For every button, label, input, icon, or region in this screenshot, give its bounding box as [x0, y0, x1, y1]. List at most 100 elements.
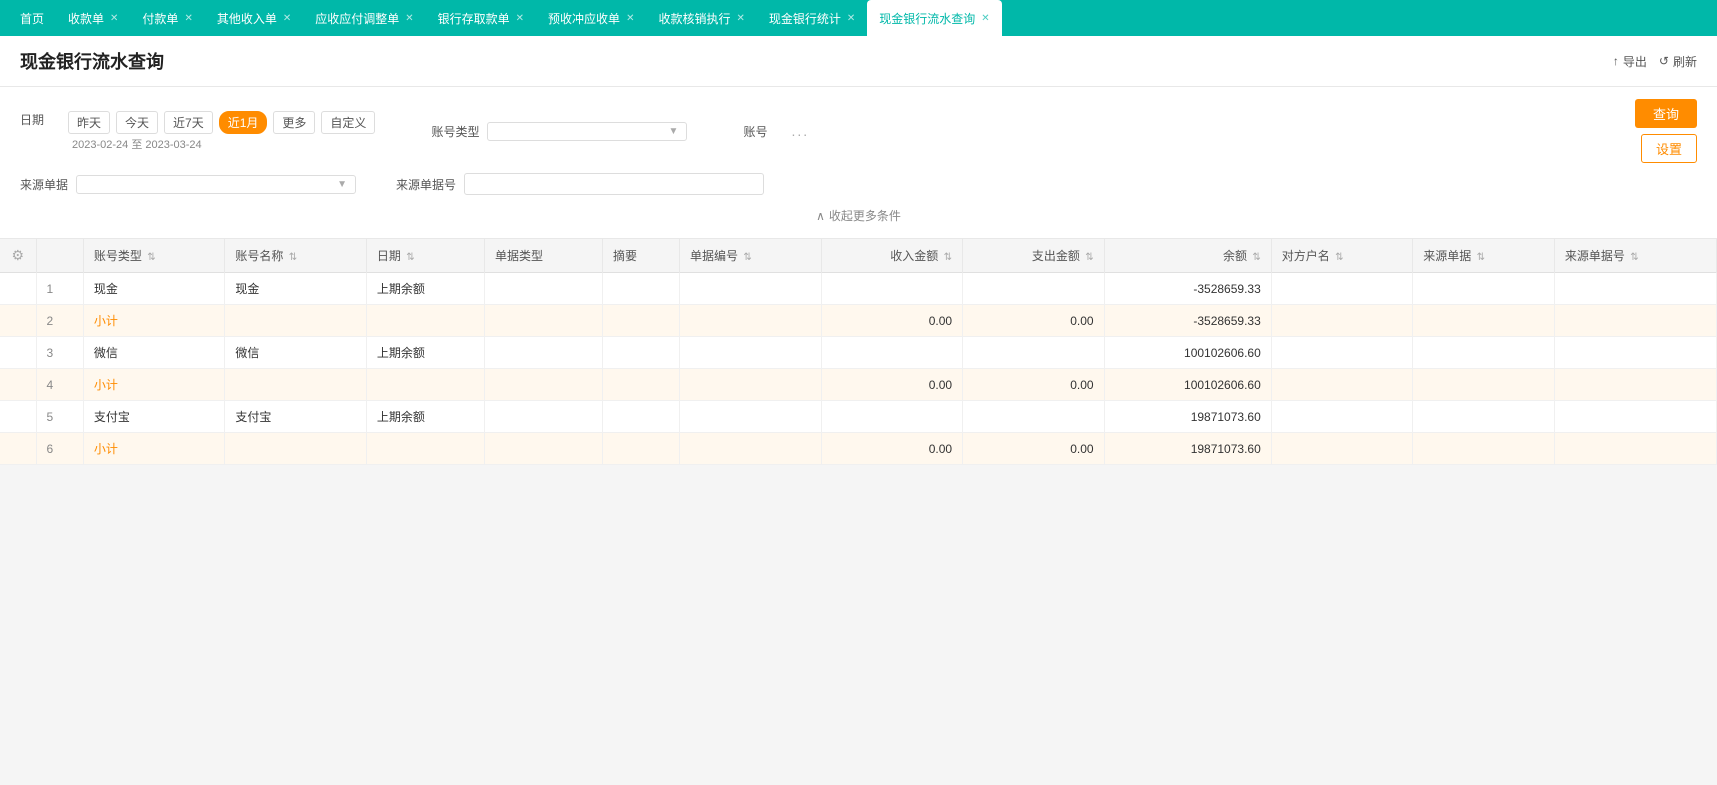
- row-source-doc: [1413, 369, 1555, 401]
- row-gear: [0, 305, 36, 337]
- close-tab-5-icon[interactable]: ✕: [626, 13, 634, 24]
- row-summary: [603, 305, 680, 337]
- date-btn-yesterday[interactable]: 昨天: [68, 111, 110, 134]
- nav-home[interactable]: 首页: [8, 10, 56, 27]
- close-tab-7-icon[interactable]: ✕: [847, 13, 855, 24]
- row-account-type: 现金: [83, 273, 225, 305]
- row-account-name: 现金: [225, 273, 367, 305]
- row-source-doc: [1413, 273, 1555, 305]
- row-source-doc-no: [1554, 369, 1716, 401]
- row-doc-type: [484, 305, 602, 337]
- date-btn-more[interactable]: 更多: [273, 111, 315, 134]
- refresh-button[interactable]: ↺ 刷新: [1659, 53, 1697, 70]
- settings-button[interactable]: 设置: [1641, 134, 1697, 163]
- row-account-type: 微信: [83, 337, 225, 369]
- close-tab-0-icon[interactable]: ✕: [110, 13, 118, 24]
- nav-tab-5[interactable]: 预收冲应收单 ✕: [536, 0, 646, 36]
- nav-tab-8[interactable]: 现金银行流水查询 ✕: [867, 0, 1001, 36]
- col-idx: [36, 239, 83, 273]
- row-account-name: 微信: [225, 337, 367, 369]
- source-doc-select[interactable]: ▼: [76, 175, 356, 194]
- sort-account-name-icon[interactable]: ⇅: [289, 252, 297, 263]
- date-btn-1month[interactable]: 近1月: [219, 111, 268, 134]
- nav-tab-1[interactable]: 付款单 ✕: [130, 0, 204, 36]
- row-summary: [603, 433, 680, 465]
- nav-tab-3[interactable]: 应收应付调整单 ✕: [303, 0, 425, 36]
- collapse-bar[interactable]: ∧ 收起更多条件: [20, 203, 1697, 230]
- row-counterparty: [1271, 305, 1413, 337]
- close-tab-1-icon[interactable]: ✕: [184, 13, 192, 24]
- date-btns: 昨天 今天 近7天 近1月 更多 自定义: [68, 111, 375, 134]
- sort-doc-no-icon[interactable]: ⇅: [743, 252, 751, 263]
- row-idx: 3: [36, 337, 83, 369]
- top-nav: 首页 收款单 ✕ 付款单 ✕ 其他收入单 ✕ 应收应付调整单 ✕ 银行存取款单 …: [0, 0, 1717, 36]
- row-account-type: 小计: [83, 433, 225, 465]
- row-idx: 6: [36, 433, 83, 465]
- nav-tab-0[interactable]: 收款单 ✕: [56, 0, 130, 36]
- row-gear: [0, 337, 36, 369]
- row-expense: [963, 273, 1105, 305]
- header-actions: ↑ 导出 ↺ 刷新: [1613, 53, 1697, 70]
- close-tab-2-icon[interactable]: ✕: [283, 13, 291, 24]
- date-filter-group: 日期 昨天 今天 近7天 近1月 更多 自定义 2023-02-24 至 202…: [20, 111, 375, 152]
- row-counterparty: [1271, 433, 1413, 465]
- nav-tab-2[interactable]: 其他收入单 ✕: [205, 0, 303, 36]
- col-source-doc: 来源单据 ⇅: [1413, 239, 1555, 273]
- row-income: 0.00: [821, 305, 963, 337]
- sort-date-icon[interactable]: ⇅: [406, 252, 414, 263]
- date-btn-today[interactable]: 今天: [116, 111, 158, 134]
- sort-counterparty-icon[interactable]: ⇅: [1335, 252, 1343, 263]
- account-type-label: 账号类型: [431, 123, 479, 140]
- col-date: 日期 ⇅: [366, 239, 484, 273]
- row-expense: 0.00: [963, 369, 1105, 401]
- source-doc-no-label: 来源单据号: [396, 176, 456, 193]
- query-button[interactable]: 查询: [1635, 99, 1697, 128]
- sort-source-doc-no-icon[interactable]: ⇅: [1630, 252, 1638, 263]
- row-account-name: [225, 305, 367, 337]
- col-doc-type: 单据类型: [484, 239, 602, 273]
- filter-row-date: 日期 昨天 今天 近7天 近1月 更多 自定义 2023-02-24 至 202…: [20, 99, 1697, 163]
- source-doc-no-input[interactable]: [464, 173, 764, 195]
- col-account-name: 账号名称 ⇅: [225, 239, 367, 273]
- row-date: 上期余额: [366, 273, 484, 305]
- row-expense: 0.00: [963, 305, 1105, 337]
- row-doc-type: [484, 433, 602, 465]
- col-balance: 余额 ⇅: [1104, 239, 1271, 273]
- account-type-select[interactable]: ▼: [487, 122, 687, 141]
- date-btn-7days[interactable]: 近7天: [164, 111, 213, 134]
- row-balance: 100102606.60: [1104, 369, 1271, 401]
- date-btn-custom[interactable]: 自定义: [321, 111, 375, 134]
- row-balance: 19871073.60: [1104, 401, 1271, 433]
- table-row: 4 小计 0.00 0.00 100102606.60: [0, 369, 1717, 401]
- sort-income-icon[interactable]: ⇅: [944, 252, 952, 263]
- col-gear: ⚙: [0, 239, 36, 273]
- row-source-doc-no: [1554, 305, 1716, 337]
- close-tab-8-icon[interactable]: ✕: [981, 13, 989, 24]
- close-tab-3-icon[interactable]: ✕: [405, 13, 413, 24]
- col-income: 收入金额 ⇅: [821, 239, 963, 273]
- row-balance: 19871073.60: [1104, 433, 1271, 465]
- gear-col-icon[interactable]: ⚙: [11, 247, 24, 263]
- close-tab-4-icon[interactable]: ✕: [516, 13, 524, 24]
- table-row: 6 小计 0.00 0.00 19871073.60: [0, 433, 1717, 465]
- row-idx: 4: [36, 369, 83, 401]
- sort-account-type-icon[interactable]: ⇅: [147, 252, 155, 263]
- sort-expense-icon[interactable]: ⇅: [1085, 252, 1093, 263]
- date-filter-label: 日期: [20, 111, 60, 128]
- sort-source-doc-icon[interactable]: ⇅: [1477, 252, 1485, 263]
- nav-tab-7[interactable]: 现金银行统计 ✕: [757, 0, 867, 36]
- row-income: [821, 401, 963, 433]
- close-tab-6-icon[interactable]: ✕: [736, 13, 744, 24]
- account-dots[interactable]: ...: [791, 123, 809, 139]
- nav-tab-6[interactable]: 收款核销执行 ✕: [646, 0, 756, 36]
- row-account-name: [225, 369, 367, 401]
- filter-area: 日期 昨天 今天 近7天 近1月 更多 自定义 2023-02-24 至 202…: [0, 87, 1717, 239]
- row-doc-type: [484, 273, 602, 305]
- nav-tab-4[interactable]: 银行存取款单 ✕: [426, 0, 536, 36]
- table-wrap: ⚙ 账号类型 ⇅ 账号名称 ⇅ 日期 ⇅: [0, 239, 1717, 465]
- sort-balance-icon[interactable]: ⇅: [1252, 252, 1260, 263]
- refresh-icon: ↺: [1659, 54, 1669, 68]
- row-counterparty: [1271, 337, 1413, 369]
- row-income: [821, 337, 963, 369]
- export-button[interactable]: ↑ 导出: [1613, 53, 1647, 70]
